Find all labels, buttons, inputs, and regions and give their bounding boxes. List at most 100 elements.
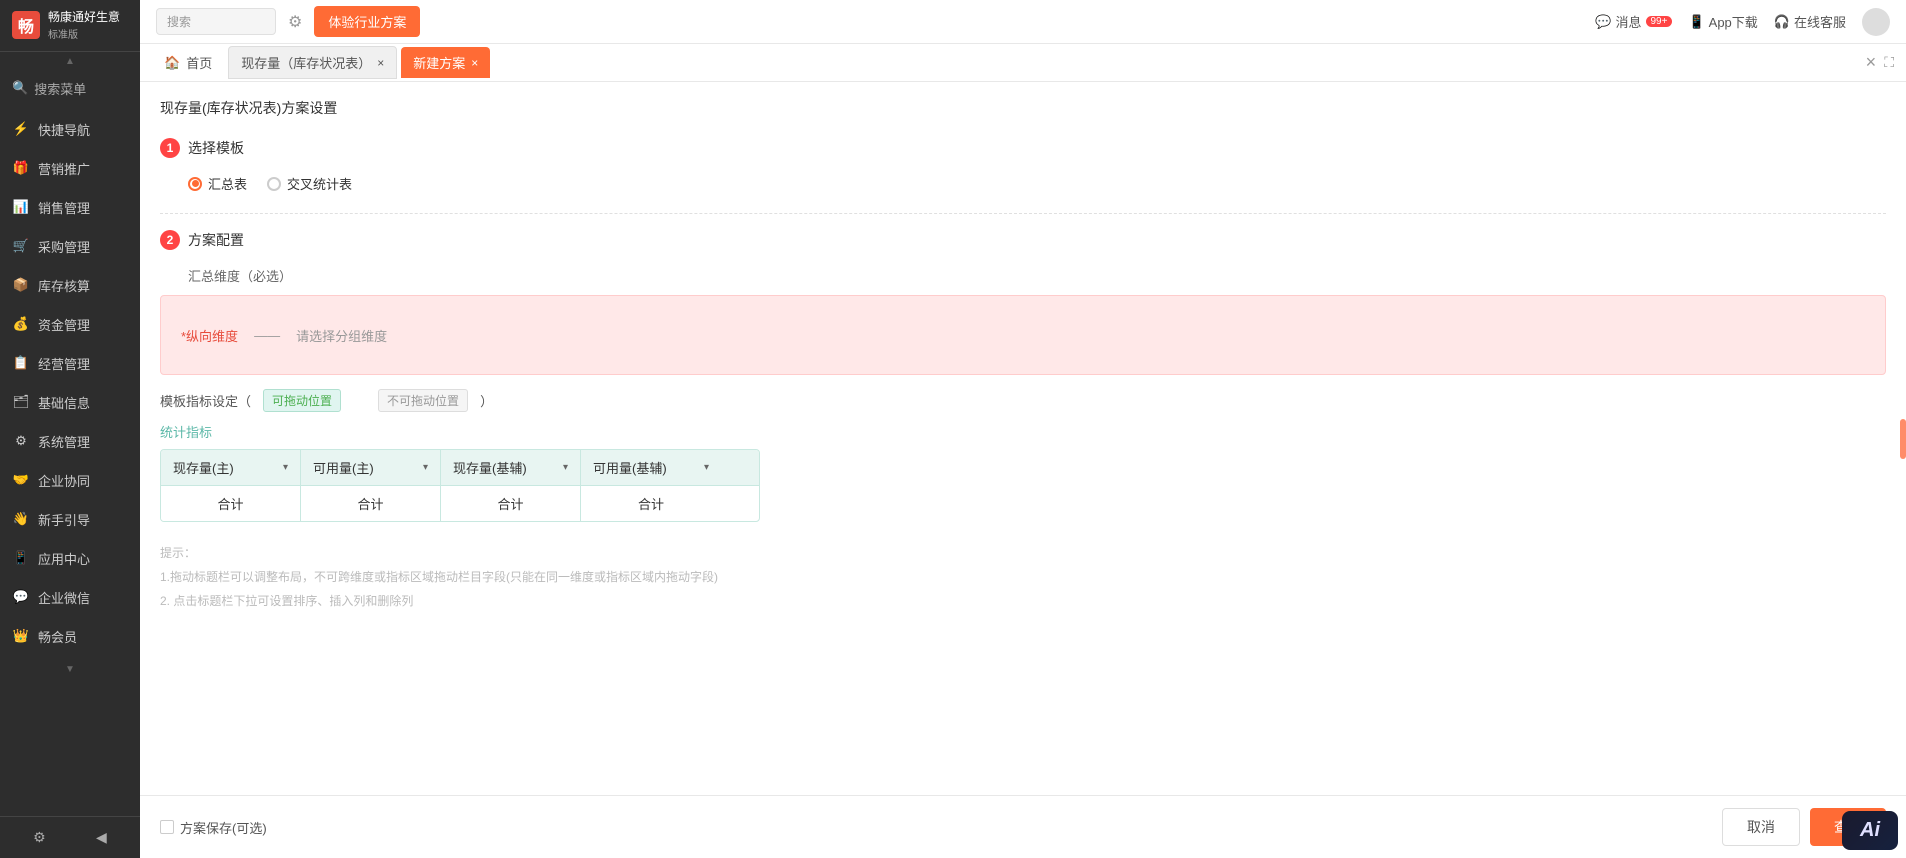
radio-summary[interactable]: 汇总表 — [188, 174, 247, 193]
tip-1: 1.拖动标题栏可以调整布局，不可跨维度或指标区域拖动栏目字段(只能在同一维度或指… — [160, 565, 1886, 589]
chevron-down-icon-3: ▾ — [563, 462, 568, 473]
sidebar-item-label: 采购管理 — [38, 237, 90, 256]
sidebar-item-newbie[interactable]: 👋 新手引导 — [0, 500, 140, 539]
home-icon: 🏠 — [164, 55, 180, 71]
settings-icon[interactable]: ⚙ — [29, 825, 50, 850]
tab-home-label: 首页 — [186, 53, 212, 72]
chevron-down-icon-4: ▾ — [704, 462, 709, 473]
sidebar-bottom: ⚙ ◀ — [0, 816, 140, 858]
stat-col-3[interactable]: 现存量(基辅) ▾ — [441, 450, 581, 485]
tab-inventory-status-close[interactable]: × — [377, 56, 384, 70]
sidebar-item-marketing[interactable]: 🎁 营销推广 — [0, 149, 140, 188]
avatar[interactable] — [1862, 8, 1890, 36]
sidebar-item-operations[interactable]: 📋 经营管理 — [0, 344, 140, 383]
radio-crosstab[interactable]: 交叉统计表 — [267, 174, 352, 193]
stat-col-2[interactable]: 可用量(主) ▾ — [301, 450, 441, 485]
sidebar-item-appstore[interactable]: 📱 应用中心 — [0, 539, 140, 578]
content-area: 现存量(库存状况表)方案设置 1 选择模板 汇总表 交 — [140, 82, 1906, 795]
dimension-label: 汇总维度（必选） — [188, 266, 1886, 285]
sidebar-item-finance[interactable]: 💰 资金管理 — [0, 305, 140, 344]
stat-col-3-label: 现存量(基辅) — [453, 458, 527, 477]
sidebar-item-label: 系统管理 — [38, 432, 90, 451]
stat-cell-4: 合计 — [581, 486, 721, 521]
radio-crosstab-label: 交叉统计表 — [287, 174, 352, 193]
sidebar-item-label: 快捷导航 — [38, 120, 90, 139]
resize-handle[interactable] — [1900, 419, 1906, 459]
sidebar-item-label: 销售管理 — [38, 198, 90, 217]
content-inner: 现存量(库存状况表)方案设置 1 选择模板 汇总表 交 — [140, 82, 1906, 649]
sidebar-item-quick-nav[interactable]: ⚡ 快捷导航 — [0, 110, 140, 149]
tips-section: 提示： 1.拖动标题栏可以调整布局，不可跨维度或指标区域拖动栏目字段(只能在同一… — [160, 541, 1886, 613]
online-service-label: 在线客服 — [1794, 12, 1846, 31]
basic-info-icon: 🗂 — [12, 393, 30, 411]
tab-home[interactable]: 🏠 首页 — [152, 47, 224, 78]
save-checkbox[interactable] — [160, 820, 174, 834]
stat-col-1[interactable]: 现存量(主) ▾ — [161, 450, 301, 485]
cancel-button[interactable]: 取消 — [1722, 808, 1800, 846]
online-service-item[interactable]: 🎧 在线客服 — [1774, 12, 1846, 31]
tab-new-scheme[interactable]: 新建方案 × — [401, 47, 490, 78]
tab-new-scheme-close[interactable]: × — [471, 56, 478, 70]
gear-icon[interactable]: ⚙ — [288, 12, 302, 32]
step2-section: 2 方案配置 汇总维度（必选） *纵向维度 —— 请选择分组维度 模板指标设定（… — [160, 230, 1886, 613]
step2-header: 2 方案配置 — [160, 230, 1886, 250]
logo-subtitle: 标准版 — [48, 26, 120, 41]
stat-table: 现存量(主) ▾ 可用量(主) ▾ 现存量(基辅) ▾ — [160, 449, 760, 522]
sidebar-item-member[interactable]: 👑 畅会员 — [0, 617, 140, 656]
tip-2: 2. 点击标题栏下拉可设置排序、插入列和删除列 — [160, 589, 1886, 613]
finance-icon: 💰 — [12, 315, 30, 333]
stat-col-4-label: 可用量(基辅) — [593, 458, 667, 477]
non-draggable-badge: 不可拖动位置 — [378, 389, 468, 412]
newbie-icon: 👋 — [12, 510, 30, 528]
app-download-icon: 📱 — [1688, 14, 1704, 30]
step1-title: 选择模板 — [188, 138, 244, 158]
trial-button[interactable]: 体验行业方案 — [314, 6, 420, 37]
tab-inventory-status[interactable]: 现存量（库存状况表） × — [228, 46, 397, 79]
tab-new-scheme-label: 新建方案 — [413, 53, 465, 72]
draggable-badge: 可拖动位置 — [263, 389, 341, 412]
inventory-icon: 📦 — [12, 276, 30, 294]
header-left: 搜索 ⚙ 体验行业方案 — [156, 6, 420, 37]
tabs-bar: 🏠 首页 现存量（库存状况表） × 新建方案 × × ⛶ — [140, 44, 1906, 82]
stat-table-row: 合计 合计 合计 合计 — [161, 485, 759, 521]
dimension-field: *纵向维度 — [181, 326, 238, 345]
appstore-icon: 📱 — [12, 549, 30, 567]
save-option: 方案保存(可选) — [160, 818, 267, 837]
sidebar-item-system[interactable]: ⚙ 系统管理 — [0, 422, 140, 461]
sales-icon: 📊 — [12, 198, 30, 216]
sidebar-item-label: 基础信息 — [38, 393, 90, 412]
radio-summary-label: 汇总表 — [208, 174, 247, 193]
message-item[interactable]: 💬 消息 99+ — [1595, 12, 1672, 31]
sidebar-item-enterprise[interactable]: 🤝 企业协同 — [0, 461, 140, 500]
close-dialog-icon[interactable]: × — [1866, 52, 1877, 73]
main-area: 搜索 ⚙ 体验行业方案 💬 消息 99+ 📱 App下载 🎧 在线客服 🏠 — [140, 0, 1906, 858]
app-download-item[interactable]: 📱 App下载 — [1688, 12, 1757, 31]
step-divider — [160, 213, 1886, 214]
sidebar-scroll-down[interactable]: ▼ — [0, 660, 140, 679]
message-icon: 💬 — [1595, 14, 1611, 30]
step2-badge: 2 — [160, 230, 180, 250]
dimension-area[interactable]: *纵向维度 —— 请选择分组维度 — [160, 295, 1886, 375]
sidebar-item-sales[interactable]: 📊 销售管理 — [0, 188, 140, 227]
purchase-icon: 🛒 — [12, 237, 30, 255]
ai-badge[interactable]: Ai — [1842, 811, 1898, 850]
tip-prefix: 提示： — [160, 541, 1886, 565]
stat-cell-3: 合计 — [441, 486, 581, 521]
chevron-down-icon-1: ▾ — [283, 462, 288, 473]
header-search[interactable]: 搜索 — [156, 8, 276, 35]
sidebar-item-purchase[interactable]: 🛒 采购管理 — [0, 227, 140, 266]
sidebar-item-inventory[interactable]: 📦 库存核算 — [0, 266, 140, 305]
logo-icon: 畅 — [12, 11, 40, 39]
member-icon: 👑 — [12, 627, 30, 645]
indicator-settings: 模板指标设定（ 可拖动位置 不可拖动位置 ） — [160, 389, 1886, 412]
collapse-icon[interactable]: ◀ — [92, 825, 111, 850]
expand-icon[interactable]: ⛶ — [1884, 54, 1894, 71]
sidebar-item-wechat[interactable]: 💬 企业微信 — [0, 578, 140, 617]
stat-col-4[interactable]: 可用量(基辅) ▾ — [581, 450, 721, 485]
sidebar-search[interactable]: 🔍 搜索菜单 — [0, 71, 140, 106]
sidebar-scroll-up[interactable]: ▲ — [0, 52, 140, 71]
sidebar-item-basic-info[interactable]: 🗂 基础信息 — [0, 383, 140, 422]
wechat-icon: 💬 — [12, 588, 30, 606]
radio-summary-circle — [188, 177, 202, 191]
logo-title: 畅康通好生意 — [48, 10, 120, 26]
